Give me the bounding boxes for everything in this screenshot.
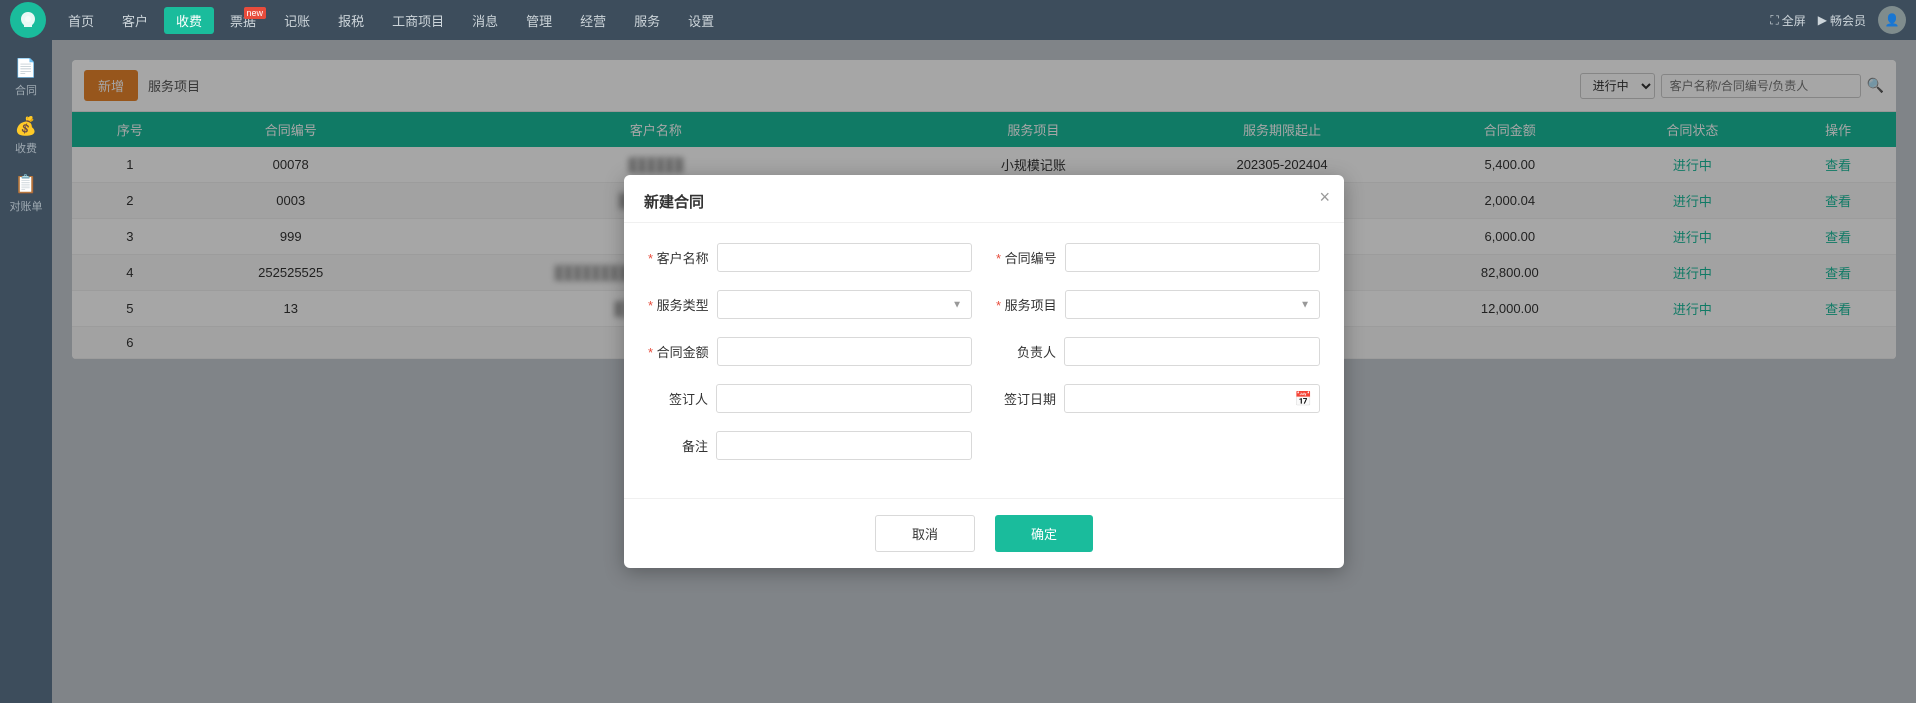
new-badge: new: [244, 7, 267, 19]
main-layout: 📄 合同 💰 收费 📋 对账单 新增 服务项目 进行中 已完成 已终止: [0, 40, 1916, 703]
modal-title: 新建合同: [644, 194, 704, 211]
nav-right: ⛶ 全屏 ▶ 畅会员 👤: [1770, 6, 1906, 34]
modal-body: 客户名称 合同编号 服务类型: [624, 223, 1344, 498]
modal-header: 新建合同: [624, 175, 1344, 223]
sign-date-label: 签订日期: [996, 389, 1056, 408]
vip-button[interactable]: ▶ 畅会员: [1818, 12, 1866, 29]
nav-settings[interactable]: 设置: [676, 7, 726, 34]
contract-no-field: 合同编号: [996, 243, 1320, 272]
contract-icon: 📄: [15, 58, 37, 79]
remark-input[interactable]: [716, 431, 972, 460]
modal-close-button[interactable]: ×: [1319, 187, 1330, 208]
owner-field: 负责人: [996, 337, 1320, 366]
contract-no-input[interactable]: [1065, 243, 1320, 272]
amount-field: 合同金额 0.00: [648, 337, 972, 366]
nav-operation[interactable]: 经营: [568, 7, 618, 34]
form-row-5: 备注: [648, 431, 1320, 460]
form-row-4: 签订人 签订日期 2023-06-06 📅: [648, 384, 1320, 413]
owner-input[interactable]: [1064, 337, 1320, 366]
cancel-button[interactable]: 取消: [875, 515, 975, 552]
remark-field: 备注: [648, 431, 972, 460]
top-nav: 首页 客户 收费 票据 new 记账 报税 工商项目 消息 管理 经营 服务 设…: [0, 0, 1916, 40]
nav-message[interactable]: 消息: [460, 7, 510, 34]
signer-field: 签订人: [648, 384, 972, 413]
service-type-select[interactable]: [717, 290, 972, 319]
nav-service[interactable]: 服务: [622, 7, 672, 34]
remark-label: 备注: [648, 436, 708, 455]
client-name-field: 客户名称: [648, 243, 972, 272]
sign-date-wrap: 2023-06-06 📅: [1064, 384, 1320, 413]
sign-date-field: 签订日期 2023-06-06 📅: [996, 384, 1320, 413]
sidebar-item-billing[interactable]: 💰 收费: [0, 108, 52, 164]
signer-input[interactable]: [716, 384, 972, 413]
sign-date-input[interactable]: 2023-06-06: [1064, 384, 1320, 413]
form-row-1: 客户名称 合同编号: [648, 243, 1320, 272]
sidebar-item-statement[interactable]: 📋 对账单: [0, 166, 52, 222]
nav-manage[interactable]: 管理: [514, 7, 564, 34]
service-type-label: 服务类型: [648, 295, 709, 314]
form-row-3: 合同金额 0.00 负责人: [648, 337, 1320, 366]
amount-label: 合同金额: [648, 342, 709, 361]
service-item-select-wrap: [1065, 290, 1320, 319]
nav-items: 首页 客户 收费 票据 new 记账 报税 工商项目 消息 管理 经营 服务 设…: [56, 7, 1770, 34]
sidebar: 📄 合同 💰 收费 📋 对账单: [0, 40, 52, 703]
service-item-select[interactable]: [1065, 290, 1320, 319]
modal-overlay: 新建合同 × 客户名称 合同编号: [52, 40, 1916, 703]
owner-label: 负责人: [996, 342, 1056, 361]
logo[interactable]: [10, 2, 46, 38]
avatar[interactable]: 👤: [1878, 6, 1906, 34]
nav-business[interactable]: 工商项目: [380, 7, 456, 34]
nav-home[interactable]: 首页: [56, 7, 106, 34]
service-type-select-wrap: [717, 290, 972, 319]
modal-footer: 取消 确定: [624, 498, 1344, 568]
contract-no-label: 合同编号: [996, 248, 1057, 267]
signer-label: 签订人: [648, 389, 708, 408]
content-area: 新增 服务项目 进行中 已完成 已终止 🔍 序号 合同编: [52, 40, 1916, 703]
play-icon: ▶: [1818, 13, 1827, 27]
nav-billing[interactable]: 收费: [164, 7, 214, 34]
calendar-icon[interactable]: 📅: [1295, 390, 1312, 407]
fullscreen-icon: ⛶: [1770, 13, 1778, 28]
client-name-label: 客户名称: [648, 248, 709, 267]
nav-client[interactable]: 客户: [110, 7, 160, 34]
amount-input[interactable]: 0.00: [717, 337, 972, 366]
confirm-button[interactable]: 确定: [995, 515, 1093, 552]
service-type-field: 服务类型: [648, 290, 972, 319]
billing-icon: 💰: [15, 116, 37, 137]
sidebar-item-contract[interactable]: 📄 合同: [0, 50, 52, 106]
statement-icon: 📋: [15, 174, 37, 195]
service-item-label: 服务项目: [996, 295, 1057, 314]
nav-tax[interactable]: 报税: [326, 7, 376, 34]
client-name-input[interactable]: [717, 243, 972, 272]
nav-invoice[interactable]: 票据 new: [218, 7, 268, 34]
form-row-2: 服务类型 服务项目: [648, 290, 1320, 319]
create-contract-modal: 新建合同 × 客户名称 合同编号: [624, 175, 1344, 568]
nav-bookkeeping[interactable]: 记账: [272, 7, 322, 34]
service-item-field: 服务项目: [996, 290, 1320, 319]
fullscreen-button[interactable]: ⛶ 全屏: [1770, 12, 1805, 29]
